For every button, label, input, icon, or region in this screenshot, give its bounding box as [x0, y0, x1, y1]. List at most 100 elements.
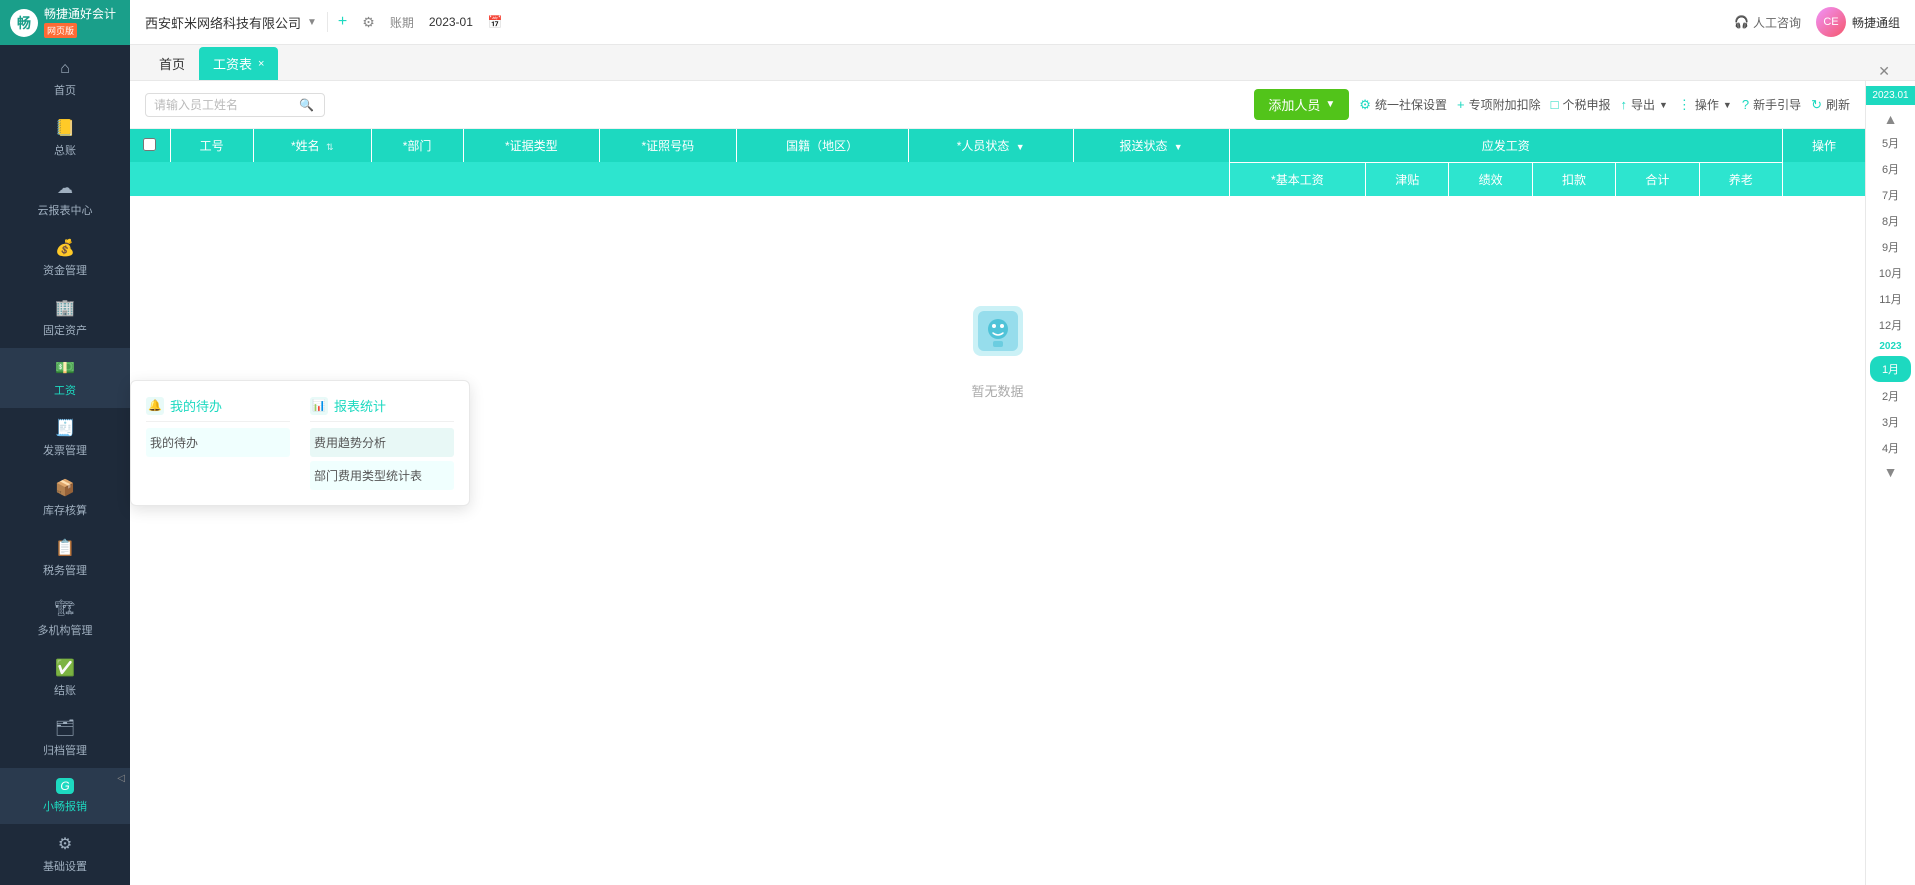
sidebar-item-closing[interactable]: ✅ 结账: [0, 648, 130, 708]
empty-icon: [958, 291, 1038, 371]
new-guide-action[interactable]: ? 新手引导: [1742, 96, 1801, 113]
timeline-item-2[interactable]: 2月: [1866, 383, 1915, 409]
export-action[interactable]: ↑ 导出 ▼: [1620, 96, 1667, 113]
select-all-checkbox[interactable]: [143, 138, 156, 151]
th-performance: 绩效: [1449, 162, 1532, 196]
fixed-asset-icon: 🏢: [55, 298, 75, 318]
timeline-up-icon[interactable]: ▲: [1881, 108, 1901, 130]
logo-area: 畅 畅捷通好会计 网页版: [0, 0, 130, 45]
refresh-icon: ↻: [1811, 97, 1822, 113]
topbar: 西安虾米网络科技有限公司 ▼ + ⚙ 账期 2023-01 📅 🎧 人工咨询 C…: [130, 0, 1915, 45]
home-icon: ⌂: [60, 60, 70, 78]
tab-close-icon[interactable]: ×: [258, 58, 264, 70]
th-total: 合计: [1616, 162, 1699, 196]
search-box: 🔍: [145, 93, 325, 117]
th-pension: 养老: [1699, 162, 1782, 196]
refresh-action[interactable]: ↻ 刷新: [1811, 96, 1850, 113]
sidebar-item-general-ledger[interactable]: 📒 总账: [0, 108, 130, 168]
logo-initials: 畅: [17, 13, 31, 33]
sidebar-item-inventory[interactable]: 📦 库存核算: [0, 468, 130, 528]
popup-col-reports: 📊 报表统计 费用趋势分析 部门费用类型统计表: [310, 396, 454, 490]
headphone-icon: 🎧: [1734, 15, 1749, 29]
dropdown-arrow-icon: ▼: [1325, 99, 1335, 110]
topbar-right: 🎧 人工咨询 CE 畅捷通组: [1734, 7, 1900, 37]
sidebar-item-invoice[interactable]: 🧾 发票管理: [0, 408, 130, 468]
settings-icon: ⚙: [58, 834, 72, 854]
th-id-type: *证据类型: [463, 129, 599, 162]
search-icon[interactable]: 🔍: [299, 98, 314, 112]
popup-columns: 🔔 我的待办 我的待办 📊 报表统计 费用趋势分析 部门费用类型统计表: [146, 396, 454, 490]
inventory-icon: 📦: [55, 478, 75, 498]
tax-icon: 📋: [55, 538, 75, 558]
operations-action[interactable]: ⋮ 操作 ▼: [1678, 96, 1732, 113]
popup-item-dept-expense[interactable]: 部门费用类型统计表: [310, 461, 454, 490]
popup-item-expense-trend[interactable]: 费用趋势分析: [310, 428, 454, 457]
company-selector[interactable]: 西安虾米网络科技有限公司 ▼: [145, 13, 317, 32]
todo-icon: 🔔: [146, 397, 164, 415]
period-value: 2023-01: [429, 15, 473, 29]
fund-icon: 💰: [55, 238, 75, 258]
popup-item-my-todo[interactable]: 我的待办: [146, 428, 290, 457]
th-country: 国籍（地区）: [736, 129, 908, 162]
timeline-header: 2023.01: [1866, 86, 1915, 105]
social-settings-action[interactable]: ⚙ 统一社保设置: [1359, 96, 1447, 113]
sidebar-item-multi-org[interactable]: 🏗 多机构管理: [0, 588, 130, 648]
sidebar-item-fund[interactable]: 💰 资金管理: [0, 228, 130, 288]
closing-icon: ✅: [55, 658, 75, 678]
timeline-item-6[interactable]: 6月: [1866, 156, 1915, 182]
tab-salary-table[interactable]: 工资表 ×: [199, 47, 278, 80]
timeline-item-4[interactable]: 4月: [1866, 435, 1915, 461]
search-input[interactable]: [154, 98, 294, 112]
export-icon: ↑: [1620, 97, 1627, 112]
table-container: 工号 *姓名 ⇅ *部门 *证据类型: [130, 129, 1865, 885]
toolbar: 🔍 添加人员 ▼ ⚙ 统一社保设置 + 专项附加扣除: [130, 81, 1865, 129]
add-person-button[interactable]: 添加人员 ▼: [1254, 89, 1349, 120]
th-checkbox: [130, 129, 170, 162]
sidebar-item-archive[interactable]: 🗂 归档管理: [0, 708, 130, 768]
name-sort-icon[interactable]: ⇅: [326, 142, 334, 152]
popup-menu: 🔔 我的待办 我的待办 📊 报表统计 费用趋势分析 部门费用类型统计表: [130, 380, 470, 506]
special-deduction-action[interactable]: + 专项附加扣除: [1457, 96, 1541, 113]
toolbar-right: 添加人员 ▼ ⚙ 统一社保设置 + 专项附加扣除 □ 个税申报: [1254, 89, 1850, 120]
topbar-divider: [327, 12, 328, 32]
timeline-item-10[interactable]: 10月: [1866, 260, 1915, 286]
calendar-icon[interactable]: 📅: [488, 15, 503, 29]
timeline-item-5[interactable]: 5月: [1866, 130, 1915, 156]
timeline-item-3[interactable]: 3月: [1866, 409, 1915, 435]
sidebar-item-basic-settings[interactable]: ⚙ 基础设置: [0, 824, 130, 884]
ledger-icon: 📒: [55, 118, 75, 138]
sidebar-item-fixed-asset[interactable]: 🏢 固定资产: [0, 288, 130, 348]
report-status-filter-icon[interactable]: ▼: [1174, 142, 1183, 152]
archive-icon: 🗂: [55, 718, 75, 738]
sidebar-item-salary[interactable]: 💵 工资: [0, 348, 130, 408]
social-settings-icon: ⚙: [1359, 97, 1371, 113]
timeline-item-8[interactable]: 8月: [1866, 208, 1915, 234]
sidebar-item-home[interactable]: ⌂ 首页: [0, 50, 130, 108]
export-dropdown-icon: ▼: [1659, 100, 1668, 110]
invoice-icon: 🧾: [55, 418, 75, 438]
user-area[interactable]: CE 畅捷通组: [1816, 7, 1900, 37]
sidebar-item-cloud-report[interactable]: ☁ 云报表中心: [0, 168, 130, 228]
timeline-panel: 2023.01 ▲ 5月 6月 7月 8月 9月 10月 11月 12月 202…: [1865, 81, 1915, 885]
timeline-item-12[interactable]: 12月: [1866, 312, 1915, 338]
tax-declaration-action[interactable]: □ 个税申报: [1551, 96, 1611, 113]
salary-icon: 💵: [55, 358, 75, 378]
th-dept: *部门: [371, 129, 463, 162]
tab-close-window-icon[interactable]: ✕: [1878, 63, 1890, 80]
timeline-down-icon[interactable]: ▼: [1881, 461, 1901, 483]
multi-org-icon: 🏗: [55, 598, 75, 618]
timeline-item-1[interactable]: 1月: [1870, 356, 1911, 382]
timeline-item-11[interactable]: 11月: [1866, 286, 1915, 312]
popup-col-todo: 🔔 我的待办 我的待办: [146, 396, 290, 490]
timeline-item-9[interactable]: 9月: [1866, 234, 1915, 260]
sidebar-item-xiao-chang[interactable]: G 小畅报销 ◁: [0, 768, 130, 824]
settings-small-icon[interactable]: ⚙: [362, 14, 375, 31]
sidebar-item-tax[interactable]: 📋 税务管理: [0, 528, 130, 588]
year-2023-label: 2023: [1876, 338, 1904, 355]
new-guide-icon: ?: [1742, 97, 1749, 112]
customer-service-button[interactable]: 🎧 人工咨询: [1734, 14, 1801, 31]
tab-home[interactable]: 首页: [145, 47, 199, 80]
personnel-status-filter-icon[interactable]: ▼: [1016, 142, 1025, 152]
timeline-item-7[interactable]: 7月: [1866, 182, 1915, 208]
add-icon[interactable]: +: [338, 13, 347, 31]
